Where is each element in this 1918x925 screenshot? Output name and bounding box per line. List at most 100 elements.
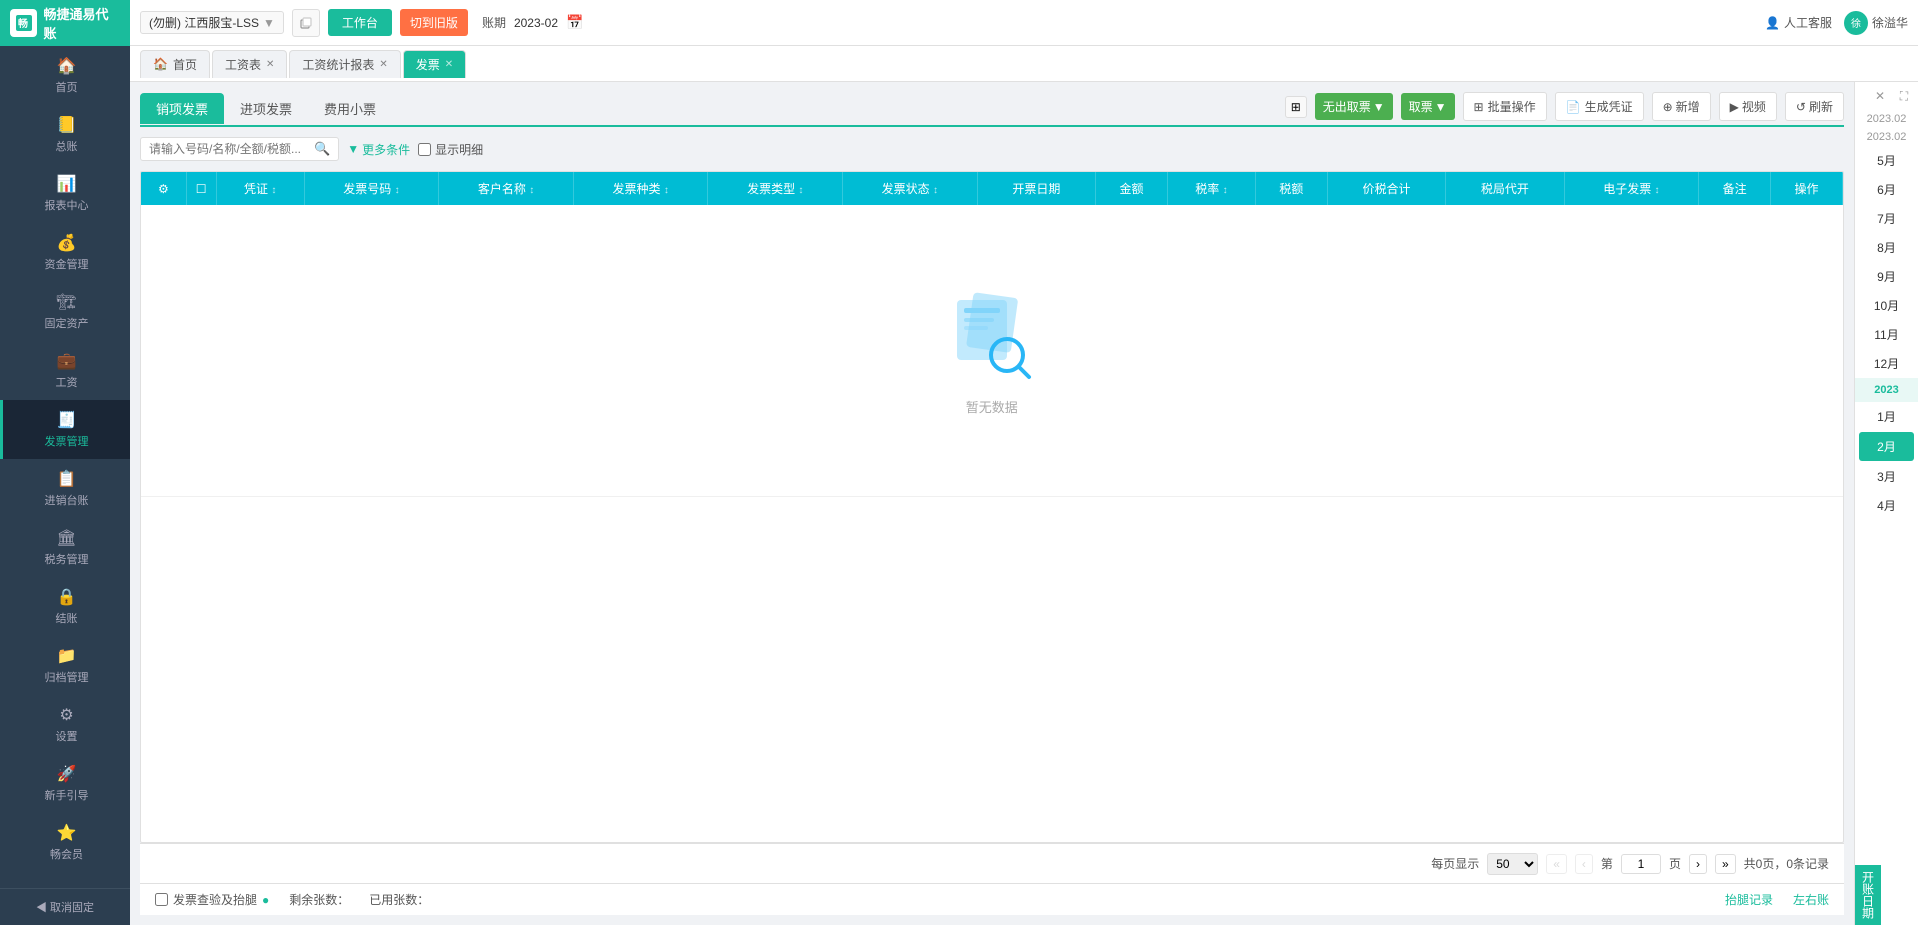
- sidebar-label-payroll: 工资: [56, 374, 78, 390]
- cal-month-8[interactable]: 8月: [1855, 233, 1918, 262]
- sidebar-item-guide[interactable]: 🚀 新手引导: [0, 754, 130, 813]
- generate-cert-button[interactable]: 📄 生成凭证: [1555, 92, 1644, 121]
- home-tab-icon: 🏠: [153, 57, 168, 71]
- cal-month-6[interactable]: 6月: [1855, 175, 1918, 204]
- tab-invoice[interactable]: 发票 ✕: [403, 50, 466, 78]
- close-tab-icon[interactable]: ✕: [379, 59, 387, 70]
- switch-version-button[interactable]: 切到旧版: [400, 9, 468, 36]
- topbar: (勿删) 江西服宝-LSS ▼ 工作台 切到旧版 账期 2023-02 📅 👤 …: [130, 0, 1918, 46]
- sidebar-collapse-btn[interactable]: ◀ 取消固定: [0, 888, 130, 925]
- sidebar-item-tax[interactable]: 🏛 税务管理: [0, 518, 130, 577]
- cal-month-10[interactable]: 10月: [1855, 291, 1918, 320]
- company-selector[interactable]: (勿删) 江西服宝-LSS ▼: [140, 11, 284, 34]
- sidebar-item-assets[interactable]: 🏗 固定资产: [0, 282, 130, 341]
- sidebar-item-member[interactable]: ⭐ 畅会员: [0, 813, 130, 872]
- calendar-list: 2023.02 2023.02 5月 6月 7月 8月 9月 10月 11月 1…: [1855, 110, 1918, 865]
- expand-panel-button[interactable]: ⛶: [1894, 86, 1914, 106]
- left-right-link[interactable]: 左右账: [1793, 891, 1829, 908]
- cal-month-5[interactable]: 5月: [1855, 146, 1918, 175]
- col-invoice-category[interactable]: 发票类型 ↕: [708, 172, 843, 205]
- app-title: 畅捷通易代账: [43, 4, 120, 42]
- search-icon: 🔍: [314, 141, 330, 157]
- sidebar-item-home[interactable]: 🏠 首页: [0, 46, 130, 105]
- new-button[interactable]: ⊕ 新增: [1652, 92, 1711, 121]
- user-menu[interactable]: 徐 徐溢华: [1844, 11, 1908, 35]
- cal-month-7[interactable]: 7月: [1855, 204, 1918, 233]
- avatar: 徐: [1844, 11, 1868, 35]
- cal-month-9[interactable]: 9月: [1855, 262, 1918, 291]
- sidebar-item-reports[interactable]: 📊 报表中心: [0, 164, 130, 223]
- service-button[interactable]: 👤 人工客服: [1765, 14, 1832, 31]
- cal-month-jan[interactable]: 1月: [1855, 402, 1918, 431]
- verify-checkbox[interactable]: [155, 893, 168, 906]
- sidebar-item-close[interactable]: 🔒 结账: [0, 577, 130, 636]
- last-page-button[interactable]: »: [1715, 854, 1736, 874]
- show-detail-input[interactable]: [418, 143, 431, 156]
- tab-payroll-table[interactable]: 工资表 ✕: [212, 50, 287, 78]
- guide-icon: 🚀: [57, 764, 77, 784]
- panel-top-controls: ✕ ⛶: [1855, 82, 1918, 110]
- sidebar-item-invoice[interactable]: 🧾 发票管理: [0, 400, 130, 459]
- cal-month-apr[interactable]: 4月: [1855, 491, 1918, 520]
- bottom-bar: 发票查验及抬腿 ● 剩余张数： 已用张数： 抬腿记录 左右账: [140, 883, 1844, 915]
- col-e-invoice[interactable]: 电子发票 ↕: [1564, 172, 1699, 205]
- sales-icon: 📋: [57, 469, 77, 489]
- col-settings[interactable]: ⚙: [141, 172, 186, 205]
- col-tax-code: 税局代开: [1446, 172, 1564, 205]
- first-page-button[interactable]: «: [1546, 854, 1567, 874]
- col-check[interactable]: ☐: [186, 172, 216, 205]
- cal-month-mar[interactable]: 3月: [1855, 462, 1918, 491]
- next-page-button[interactable]: ›: [1689, 854, 1707, 874]
- add-record-link[interactable]: 抬腿记录: [1725, 891, 1773, 908]
- reports-icon: 📊: [57, 174, 77, 194]
- refresh-button[interactable]: ↺ 刷新: [1785, 92, 1844, 121]
- open-date-button[interactable]: 开账日期: [1855, 865, 1881, 925]
- sidebar-item-settings[interactable]: ⚙ 设置: [0, 695, 130, 754]
- close-tab-icon[interactable]: ✕: [445, 59, 453, 70]
- sidebar-item-payroll[interactable]: 💼 工资: [0, 341, 130, 400]
- tab-home[interactable]: 🏠 首页: [140, 50, 210, 78]
- sidebar-item-funds[interactable]: 💰 资金管理: [0, 223, 130, 282]
- settings-icon: ⚙: [59, 705, 73, 725]
- close-panel-button[interactable]: ✕: [1870, 86, 1890, 106]
- per-page-select[interactable]: 50 10 20 100: [1487, 853, 1538, 875]
- workspace-button[interactable]: 工作台: [328, 9, 392, 36]
- page-input[interactable]: [1621, 854, 1661, 874]
- sidebar-item-ledger[interactable]: 📒 总账: [0, 105, 130, 164]
- col-customer[interactable]: 客户名称 ↕: [439, 172, 574, 205]
- cal-month-feb[interactable]: 2月: [1859, 432, 1914, 461]
- batch-ops-button[interactable]: ⊞ 批量操作: [1463, 92, 1547, 121]
- tab-payroll-stats[interactable]: 工资统计报表 ✕: [289, 50, 400, 78]
- video-button[interactable]: ▶ 视频: [1719, 92, 1777, 121]
- sub-tab-expense[interactable]: 费用小票: [308, 93, 392, 124]
- col-invoice-type[interactable]: 发票种类 ↕: [573, 172, 708, 205]
- sub-tab-purchase[interactable]: 进项发票: [224, 93, 308, 124]
- sidebar-item-archive[interactable]: 📁 归档管理: [0, 636, 130, 695]
- col-tax-rate[interactable]: 税率 ↕: [1167, 172, 1255, 205]
- cal-month-11[interactable]: 11月: [1855, 320, 1918, 349]
- pagination: 每页显示 50 10 20 100 « ‹ 第 页 › » 共0页，0条记录: [140, 843, 1844, 883]
- search-box[interactable]: 🔍: [140, 137, 339, 161]
- filter-icon: ▼: [347, 142, 359, 156]
- col-total: 价税合计: [1327, 172, 1445, 205]
- close-tab-icon[interactable]: ✕: [266, 59, 274, 70]
- col-invoice-no[interactable]: 发票号码 ↕: [304, 172, 439, 205]
- verify-label: 发票查验及抬腿: [173, 891, 257, 908]
- no-cancel-ticket-button[interactable]: 无出取票 ▼: [1315, 93, 1393, 120]
- search-input[interactable]: [149, 142, 309, 156]
- col-invoice-status[interactable]: 发票状态 ↕: [843, 172, 978, 205]
- sub-tab-sales[interactable]: 销项发票: [140, 93, 224, 124]
- grid-icon[interactable]: ⊞: [1285, 96, 1307, 118]
- sidebar-label-funds: 资金管理: [45, 256, 89, 272]
- sidebar-item-sales[interactable]: 📋 进销台账: [0, 459, 130, 518]
- col-cert[interactable]: 凭证 ↕: [216, 172, 304, 205]
- period-label: 账期: [482, 14, 506, 31]
- take-ticket-button[interactable]: 取票 ▼: [1401, 93, 1455, 120]
- show-detail-checkbox[interactable]: 显示明细: [418, 141, 483, 158]
- prev-page-button[interactable]: ‹: [1575, 854, 1593, 874]
- content-area: 销项发票 进项发票 费用小票 ⊞ 无出取票 ▼ 取票 ▼: [130, 82, 1918, 925]
- cal-month-12[interactable]: 12月: [1855, 349, 1918, 378]
- invoice-icon: 🧾: [57, 410, 77, 430]
- copy-button[interactable]: [292, 9, 320, 37]
- more-filter-button[interactable]: ▼ 更多条件: [347, 141, 410, 158]
